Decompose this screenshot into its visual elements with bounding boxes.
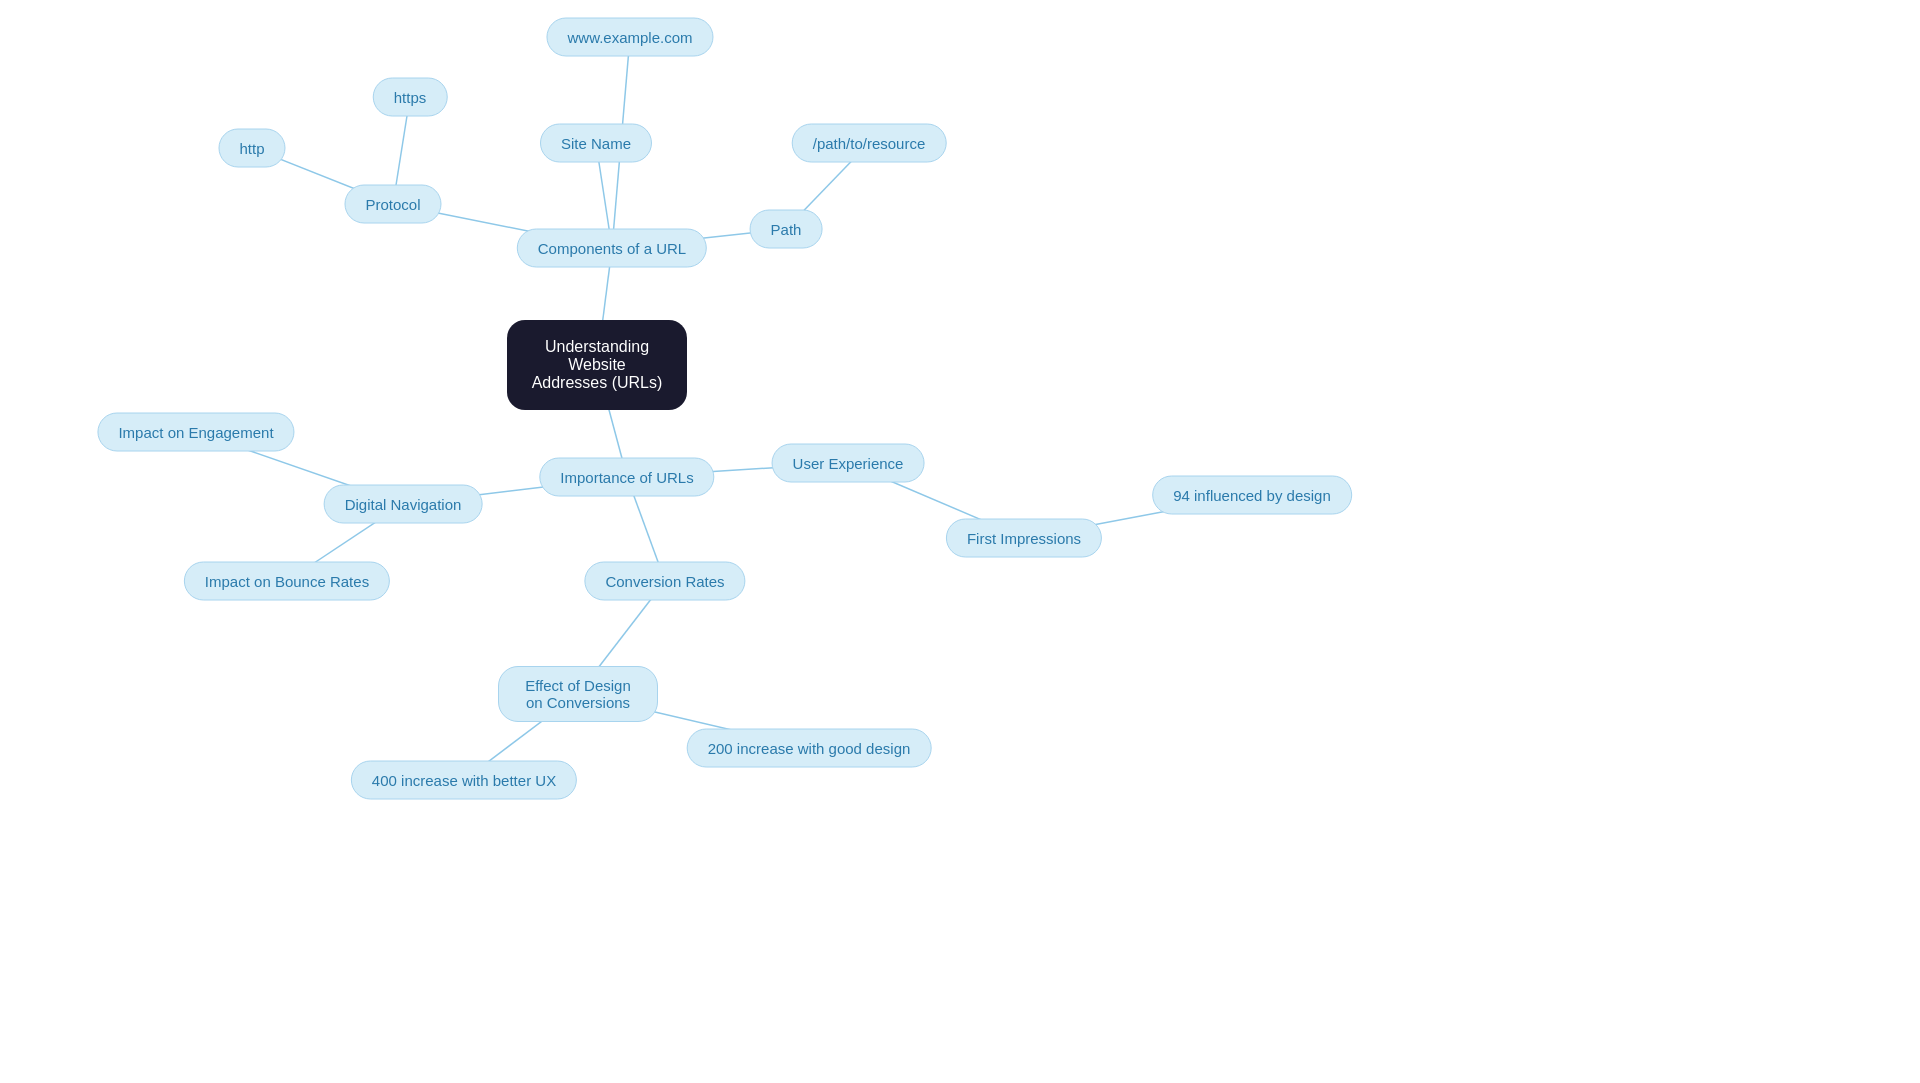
node-bouncerate: Impact on Bounce Rates [184,562,390,601]
node-root: Understanding Website Addresses (URLs) [507,320,687,410]
node-protocol: Protocol [344,185,441,224]
node-firstimp: First Impressions [946,519,1102,558]
node-digitalnav: Digital Navigation [324,485,483,524]
node-convrates: Conversion Rates [584,562,745,601]
node-increase400: 400 increase with better UX [351,761,577,800]
node-effectdesign: Effect of Design on Conversions [498,666,658,722]
node-components: Components of a URL [517,229,707,268]
node-influenced: 94 influenced by design [1152,476,1352,515]
node-engagement: Impact on Engagement [97,413,294,452]
node-www: www.example.com [546,18,713,57]
node-path: Path [750,210,823,249]
node-http: http [218,129,285,168]
node-pathresource: /path/to/resource [792,124,947,163]
node-increase200: 200 increase with good design [687,729,932,768]
node-importance: Importance of URLs [539,458,714,497]
mind-map: Understanding Website Addresses (URLs) Co… [0,0,1920,1083]
node-https: https [373,78,448,117]
node-sitename: Site Name [540,124,652,163]
node-userexp: User Experience [772,444,925,483]
